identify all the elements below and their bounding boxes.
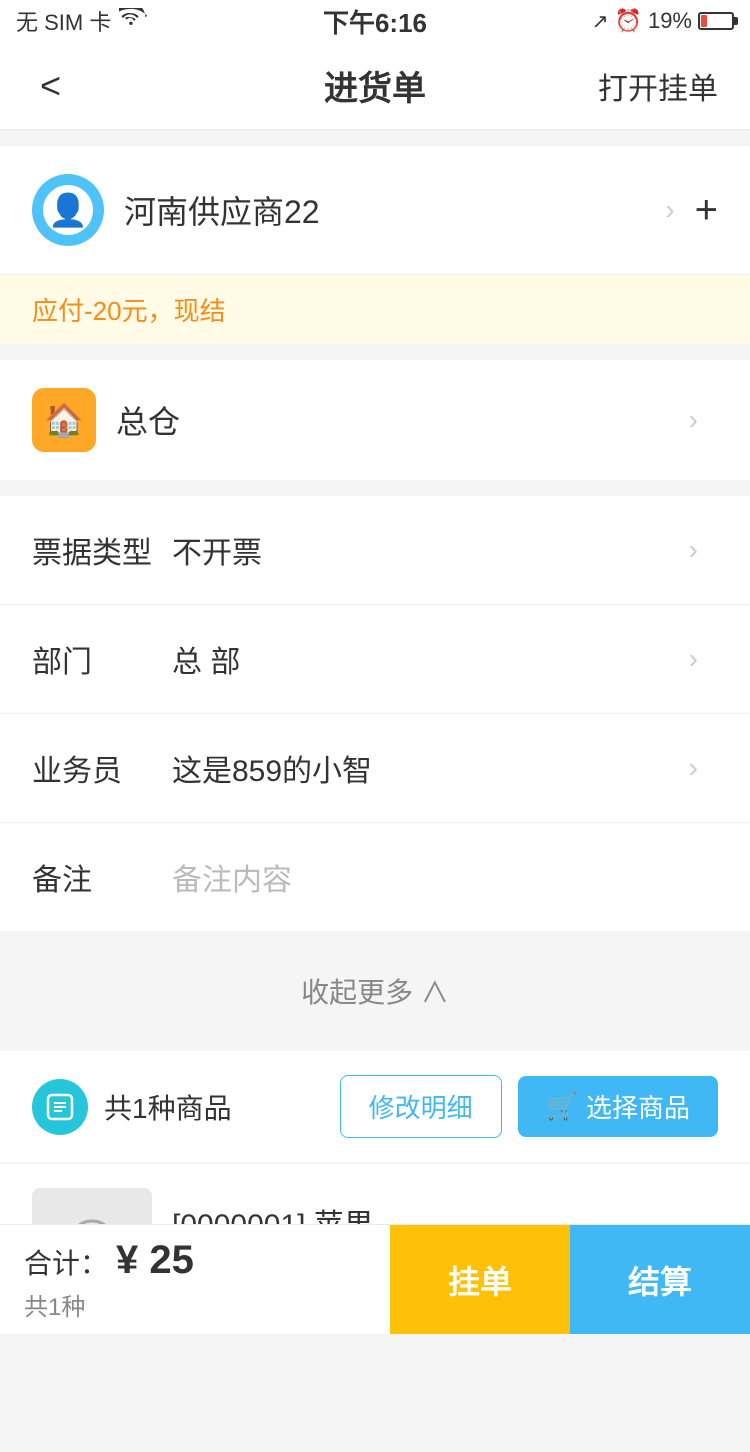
collapse-label: 收起更多 ∧ <box>301 971 449 1011</box>
salesperson-label: 业务员 <box>32 746 172 790</box>
total-label: 合计： <box>24 1242 108 1282</box>
supplier-name: 河南供应商22 <box>124 187 665 233</box>
supplier-avatar: 👤 <box>32 174 104 246</box>
products-count: 共1种商品 <box>104 1087 340 1127</box>
status-bar: 无 SIM 卡 下午6:16 ↗ ⏰ 19% <box>0 0 750 42</box>
remark-row[interactable]: 备注 备注内容 <box>0 822 750 931</box>
open-pending-button[interactable]: 打开挂单 <box>598 64 718 108</box>
wifi-icon <box>119 8 147 34</box>
invoice-value: 不开票 <box>172 528 689 572</box>
location-icon: ↗ <box>592 9 609 34</box>
form-section: 票据类型 不开票 › 部门 总 部 › 业务员 这是859的小智 › 备注 备注… <box>0 496 750 931</box>
warehouse-row[interactable]: 🏠 总仓 › <box>0 360 750 480</box>
edit-details-button[interactable]: 修改明细 <box>340 1075 502 1138</box>
back-button[interactable]: < <box>32 57 69 115</box>
total-row: 合计： ¥ 25 <box>24 1238 366 1283</box>
person-icon: 👤 <box>48 191 88 229</box>
warehouse-name: 总仓 <box>116 397 689 443</box>
warehouse-chevron-icon: › <box>689 404 698 436</box>
department-label: 部门 <box>32 637 172 681</box>
select-product-button[interactable]: 🛒 选择商品 <box>518 1076 718 1137</box>
products-header: 共1种商品 修改明细 🛒 选择商品 <box>0 1051 750 1162</box>
battery-percent: 19% <box>648 8 692 34</box>
cart-icon: 🛒 <box>546 1091 578 1122</box>
collapse-bar[interactable]: 收起更多 ∧ <box>0 947 750 1035</box>
checkout-button[interactable]: 结算 <box>570 1225 750 1334</box>
salesperson-chevron-icon: › <box>689 752 698 784</box>
footer-total: 合计： ¥ 25 共1种 <box>0 1225 390 1334</box>
notice-bar: 应付-20元，现结 <box>0 275 750 344</box>
department-row[interactable]: 部门 总 部 › <box>0 604 750 713</box>
invoice-row[interactable]: 票据类型 不开票 › <box>0 496 750 604</box>
warehouse-icon: 🏠 <box>32 388 96 452</box>
add-supplier-button[interactable]: + <box>695 188 718 233</box>
total-sub: 共1种 <box>24 1287 366 1322</box>
page-title: 进货单 <box>324 61 426 110</box>
products-icon <box>32 1079 88 1135</box>
department-value: 总 部 <box>172 637 689 681</box>
invoice-chevron-icon: › <box>689 534 698 566</box>
warehouse-section: 🏠 总仓 › <box>0 360 750 480</box>
remark-label: 备注 <box>32 855 172 899</box>
notice-text: 应付-20元，现结 <box>32 296 226 326</box>
status-right: ↗ ⏰ 19% <box>592 8 734 34</box>
salesperson-value: 这是859的小智 <box>172 746 689 790</box>
invoice-label: 票据类型 <box>32 528 172 572</box>
chevron-right-icon: › <box>665 194 674 226</box>
status-time: 下午6:16 <box>323 3 427 40</box>
supplier-row[interactable]: 👤 河南供应商22 › + <box>0 146 750 275</box>
salesperson-row[interactable]: 业务员 这是859的小智 › <box>0 713 750 822</box>
nav-bar: < 进货单 打开挂单 <box>0 42 750 130</box>
remark-placeholder: 备注内容 <box>172 855 718 899</box>
footer: 合计： ¥ 25 共1种 挂单 结算 <box>0 1224 750 1334</box>
avatar-inner: 👤 <box>43 185 93 235</box>
battery-icon <box>698 12 734 30</box>
select-product-label: 选择商品 <box>586 1088 690 1125</box>
status-carrier: 无 SIM 卡 <box>16 5 147 37</box>
total-amount: ¥ 25 <box>116 1238 194 1283</box>
alarm-icon: ⏰ <box>615 8 642 34</box>
pending-button[interactable]: 挂单 <box>390 1225 570 1334</box>
department-chevron-icon: › <box>689 643 698 675</box>
carrier-text: 无 SIM 卡 <box>16 5 111 37</box>
supplier-section: 👤 河南供应商22 › + 应付-20元，现结 <box>0 146 750 344</box>
